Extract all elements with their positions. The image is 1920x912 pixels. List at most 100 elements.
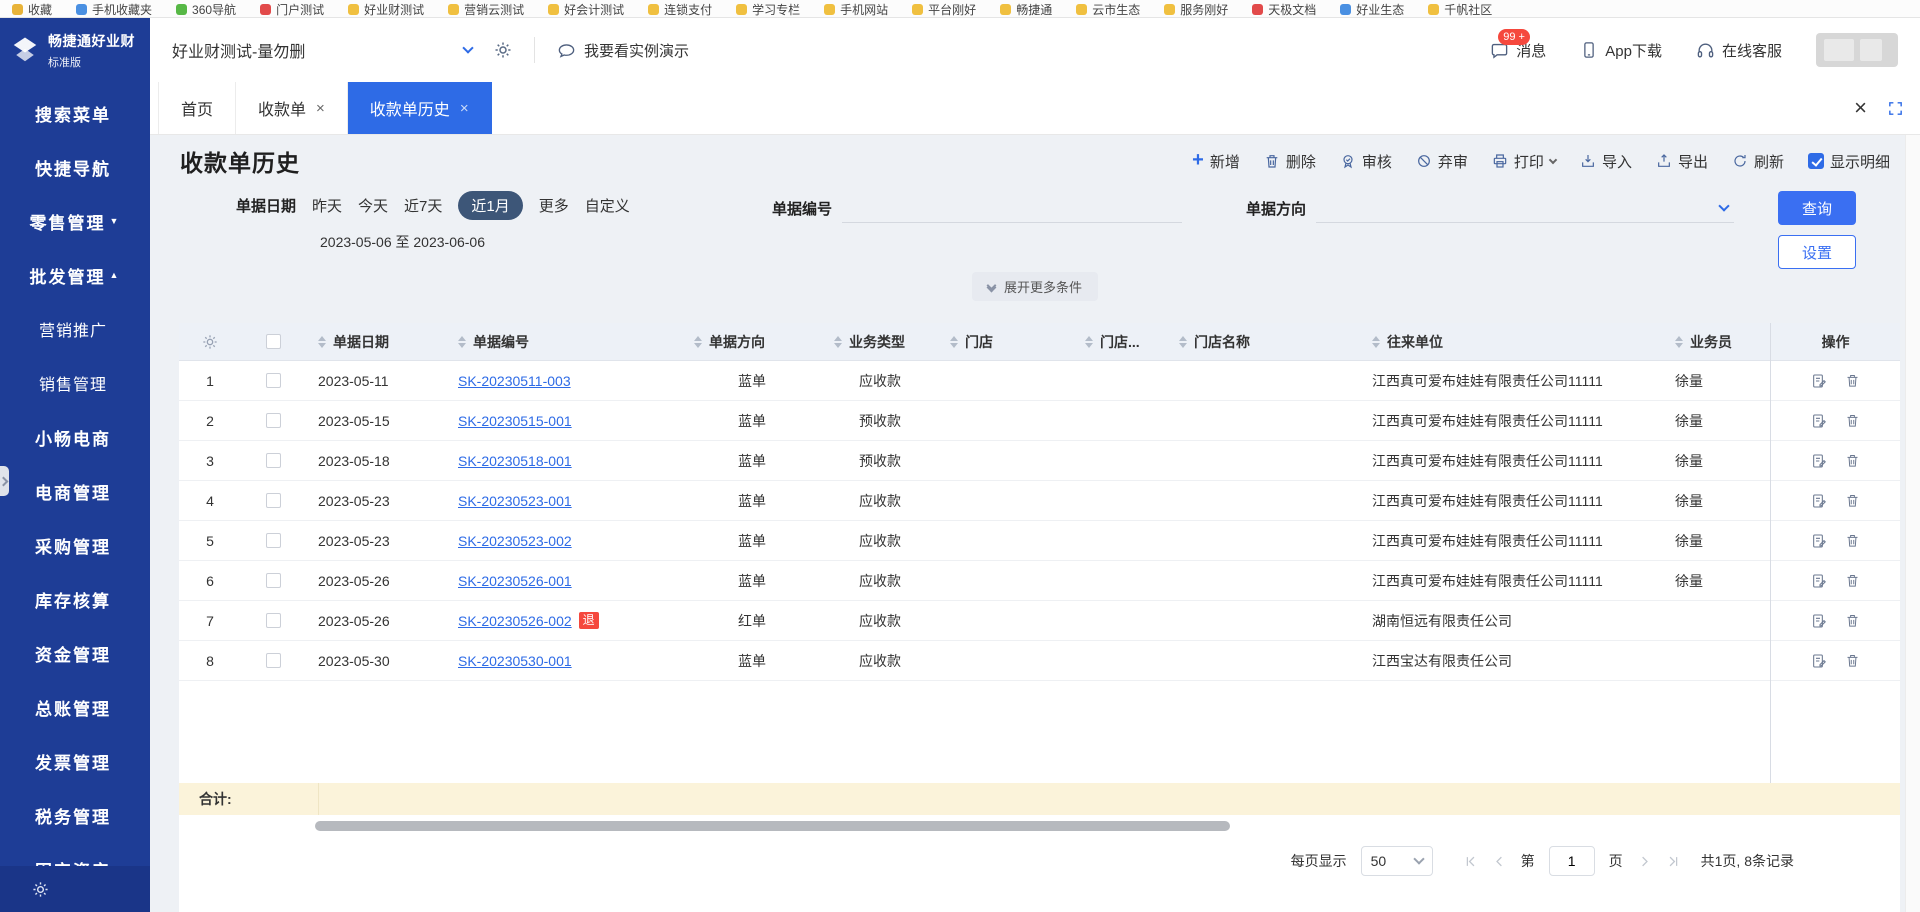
close-tabs-icon[interactable]: × — [1854, 97, 1867, 119]
doc-no-link[interactable]: SK-20230526-002 — [458, 613, 572, 629]
view-doc-icon[interactable] — [1811, 413, 1827, 429]
view-doc-icon[interactable] — [1811, 493, 1827, 509]
workspace-gear-icon[interactable] — [494, 41, 512, 59]
delete-row-icon[interactable] — [1845, 533, 1860, 548]
sidebar-collapse-handle[interactable] — [0, 466, 9, 496]
settings-gear-icon[interactable] — [32, 881, 49, 898]
bookmark-item[interactable]: 好业财测试 — [348, 1, 424, 17]
doc-no-link[interactable]: SK-20230515-001 — [458, 413, 572, 429]
table-scroll-area[interactable]: 单据日期 单据编号 单据方向 业务类型 门店 门店... 门店名称 往来单位 业… — [179, 323, 1770, 783]
filter-settings-button[interactable]: 设置 — [1778, 235, 1856, 269]
row-checkbox[interactable] — [266, 373, 281, 388]
sidebar-menu-item[interactable]: 搜索菜单 — [0, 86, 150, 140]
doc-no-link[interactable]: SK-20230530-001 — [458, 653, 572, 669]
bookmark-item[interactable]: 连锁支付 — [648, 1, 712, 17]
col-header-date[interactable]: 单据日期 — [306, 323, 446, 360]
first-page-button[interactable] — [1463, 854, 1478, 869]
demo-link[interactable]: 我要看实例演示 — [557, 40, 689, 61]
select-all-checkbox[interactable] — [266, 334, 281, 349]
col-header-doc-no[interactable]: 单据编号 — [446, 323, 682, 360]
print-button[interactable]: 打印 — [1492, 151, 1558, 172]
add-button[interactable]: + 新增 — [1192, 150, 1240, 172]
column-settings-cell[interactable] — [179, 323, 241, 360]
view-doc-icon[interactable] — [1811, 453, 1827, 469]
next-page-button[interactable] — [1637, 854, 1652, 869]
doc-no-link[interactable]: SK-20230526-001 — [458, 573, 572, 589]
sidebar-menu-item[interactable]: 销售管理 — [0, 356, 150, 410]
delete-row-icon[interactable] — [1845, 453, 1860, 468]
user-avatar[interactable] — [1816, 33, 1898, 67]
delete-row-icon[interactable] — [1845, 413, 1860, 428]
col-header-direction[interactable]: 单据方向 — [682, 323, 822, 360]
bookmark-item[interactable]: 千帆社区 — [1428, 1, 1492, 17]
date-quick-option[interactable]: 更多 — [539, 195, 569, 216]
sidebar-menu-item[interactable]: 税务管理 — [0, 788, 150, 842]
row-checkbox[interactable] — [266, 613, 281, 628]
bookmark-item[interactable]: 天极文档 — [1252, 1, 1316, 17]
bookmark-item[interactable]: 手机收藏夹 — [76, 1, 152, 17]
tab[interactable]: 收款单历史 × — [347, 82, 492, 134]
date-quick-option[interactable]: 近1月 — [458, 191, 523, 220]
col-header-salesman[interactable]: 业务员 — [1663, 323, 1770, 360]
table-row[interactable]: 8 2023-05-30 SK-20230530-001 蓝单 应收款 江西宝达… — [179, 641, 1770, 681]
sidebar-menu-item[interactable]: 总账管理 — [0, 680, 150, 734]
row-checkbox[interactable] — [266, 413, 281, 428]
sidebar-menu-item[interactable]: 零售管理 ▼ — [0, 194, 150, 248]
direction-select[interactable] — [1316, 193, 1734, 223]
sidebar-menu-item[interactable]: 采购管理 — [0, 518, 150, 572]
view-doc-icon[interactable] — [1811, 573, 1827, 589]
prev-page-button[interactable] — [1492, 854, 1507, 869]
bookmark-item[interactable]: 门户测试 — [260, 1, 324, 17]
show-detail-checkbox[interactable] — [1807, 153, 1824, 169]
export-button[interactable]: 导出 — [1656, 151, 1708, 172]
col-header-partner[interactable]: 往来单位 — [1360, 323, 1663, 360]
table-row[interactable]: 4 2023-05-23 SK-20230523-001 蓝单 应收款 江西真可… — [179, 481, 1770, 521]
table-row[interactable]: 2 2023-05-15 SK-20230515-001 蓝单 预收款 江西真可… — [179, 401, 1770, 441]
online-service-button[interactable]: 在线客服 — [1696, 40, 1782, 61]
delete-row-icon[interactable] — [1845, 613, 1860, 628]
last-page-button[interactable] — [1666, 854, 1681, 869]
unaudit-button[interactable]: 弃审 — [1416, 151, 1468, 172]
per-page-select[interactable]: 50 — [1360, 846, 1433, 876]
table-row[interactable]: 5 2023-05-23 SK-20230523-002 蓝单 应收款 江西真可… — [179, 521, 1770, 561]
sidebar-menu-item[interactable]: 营销推广 — [0, 302, 150, 356]
date-quick-option[interactable]: 自定义 — [585, 195, 630, 216]
tab[interactable]: 首页 — [158, 82, 237, 134]
expand-more-button[interactable]: 展开更多条件 — [971, 272, 1099, 301]
doc-no-link[interactable]: SK-20230523-001 — [458, 493, 572, 509]
row-checkbox[interactable] — [266, 533, 281, 548]
view-doc-icon[interactable] — [1811, 533, 1827, 549]
delete-row-icon[interactable] — [1845, 653, 1860, 668]
sidebar-menu-item[interactable]: 批发管理 ▲ — [0, 248, 150, 302]
row-checkbox[interactable] — [266, 453, 281, 468]
table-row[interactable]: 6 2023-05-26 SK-20230526-001 蓝单 应收款 江西真可… — [179, 561, 1770, 601]
bookmark-item[interactable]: 好会计测试 — [548, 1, 624, 17]
view-doc-icon[interactable] — [1811, 613, 1827, 629]
messages-button[interactable]: 99 + 消息 — [1490, 28, 1546, 61]
view-doc-icon[interactable] — [1811, 373, 1827, 389]
sidebar-menu-item[interactable]: 固定资产 — [0, 842, 150, 867]
date-quick-option[interactable]: 近7天 — [404, 195, 442, 216]
tab[interactable]: 收款单 × — [236, 82, 348, 134]
col-header-biz-type[interactable]: 业务类型 — [822, 323, 938, 360]
refresh-button[interactable]: 刷新 — [1732, 151, 1784, 172]
sidebar-menu-item[interactable]: 电商管理 — [0, 464, 150, 518]
bookmark-item[interactable]: 学习专栏 — [736, 1, 800, 17]
doc-no-link[interactable]: SK-20230511-003 — [458, 373, 571, 389]
bookmark-item[interactable]: 营销云测试 — [448, 1, 524, 17]
delete-row-icon[interactable] — [1845, 573, 1860, 588]
column-settings-gear-icon[interactable] — [202, 334, 218, 350]
table-row[interactable]: 1 2023-05-11 SK-20230511-003 蓝单 应收款 江西真可… — [179, 361, 1770, 401]
sidebar-menu-item[interactable]: 快捷导航 — [0, 140, 150, 194]
table-row[interactable]: 3 2023-05-18 SK-20230518-001 蓝单 预收款 江西真可… — [179, 441, 1770, 481]
sidebar-menu-item[interactable]: 小畅电商 — [0, 410, 150, 464]
table-row[interactable]: 7 2023-05-26 SK-20230526-002 退 红单 应收款 湖南… — [179, 601, 1770, 641]
delete-row-icon[interactable] — [1845, 373, 1860, 388]
col-header-store-2[interactable]: 门店... — [1073, 323, 1167, 360]
bookmark-item[interactable]: 360导航 — [176, 1, 236, 17]
app-download-button[interactable]: App下载 — [1580, 40, 1662, 61]
bookmark-item[interactable]: 服务刚好 — [1164, 1, 1228, 17]
sidebar-menu-item[interactable]: 库存核算 — [0, 572, 150, 626]
show-detail-toggle[interactable]: 显示明细 — [1807, 151, 1890, 172]
tab-close-icon[interactable]: × — [316, 101, 325, 116]
